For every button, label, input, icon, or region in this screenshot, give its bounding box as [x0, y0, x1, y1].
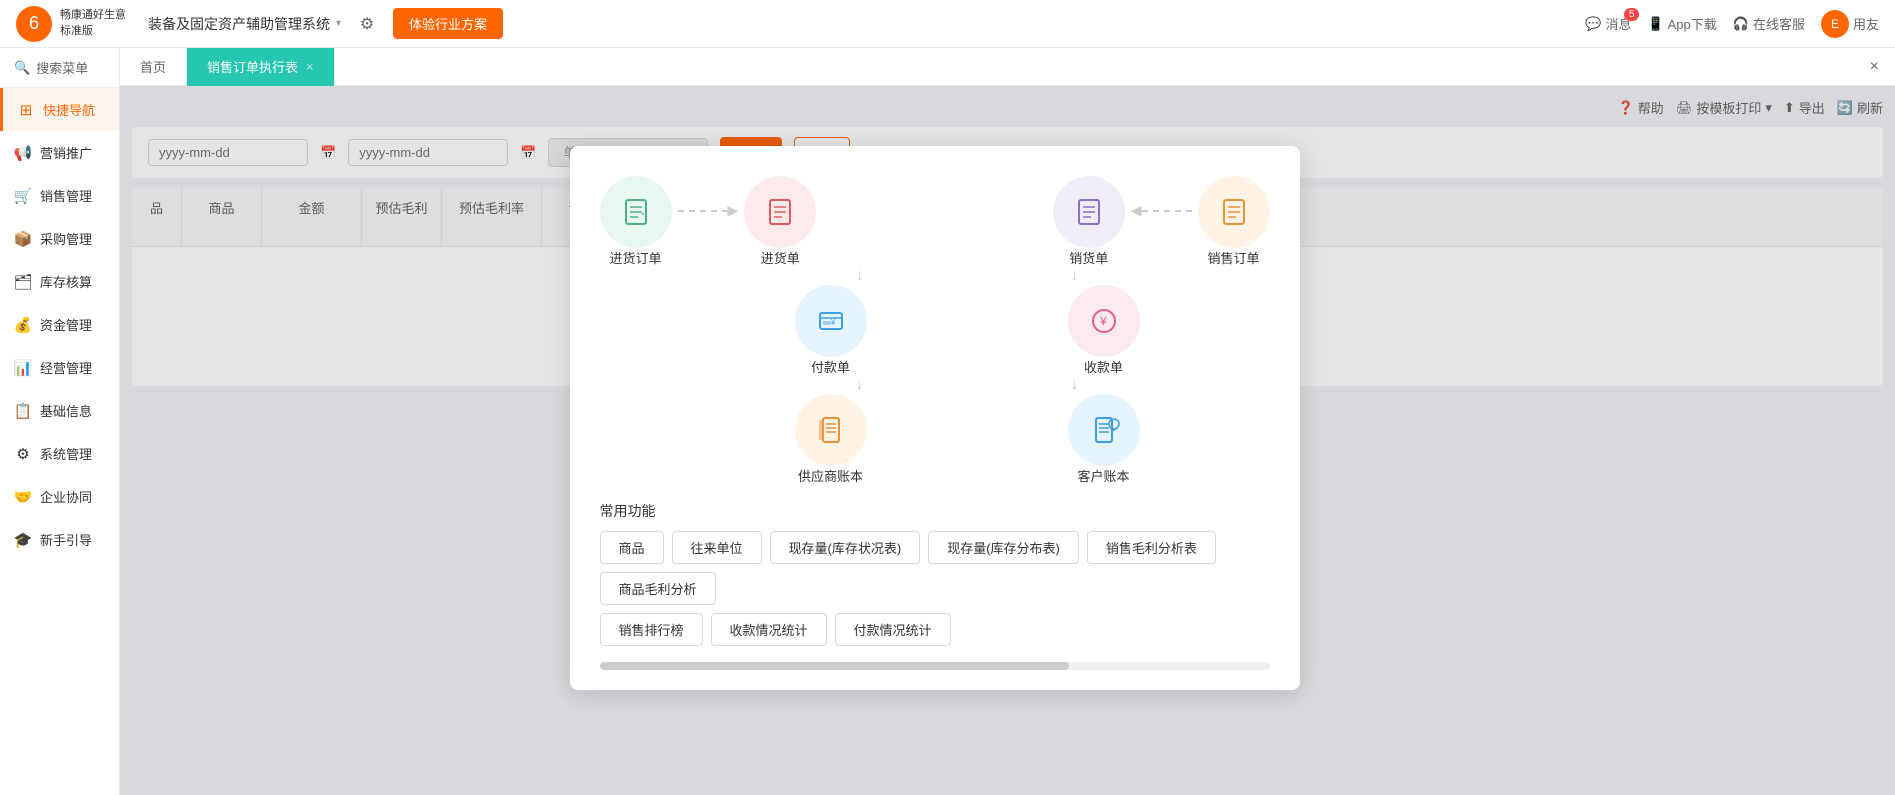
- flow-node-payment-slip[interactable]: ¥ 付款单: [795, 285, 867, 376]
- supplier-ledger-icon: [795, 394, 867, 466]
- common-buttons-row2: 销售排行榜 收款情况统计 付款情况统计: [600, 613, 1270, 646]
- common-btn-7[interactable]: 收款情况统计: [711, 613, 827, 646]
- flow-modal: 进货订单 ▶ 进货单: [570, 146, 1300, 690]
- search-icon: 🔍: [14, 60, 30, 76]
- flow-node-purchase-invoice[interactable]: 进货单: [744, 176, 816, 267]
- purchase-order-icon: [600, 176, 672, 248]
- svg-text:¥: ¥: [1099, 314, 1107, 328]
- sales-order-icon: [1198, 176, 1270, 248]
- sidebar-item-enterprise[interactable]: 🤝 企业协同: [0, 475, 119, 518]
- search-menu[interactable]: 🔍 搜索菜单: [0, 48, 119, 88]
- purchase-invoice-icon: [744, 176, 816, 248]
- tab-bar: 首页 销售订单执行表 × ×: [120, 48, 1895, 86]
- close-main-icon[interactable]: ×: [1854, 58, 1895, 76]
- marketing-icon: 📢: [14, 144, 32, 162]
- sidebar-item-system[interactable]: ⚙ 系统管理: [0, 432, 119, 475]
- common-btn-4[interactable]: 销售毛利分析表: [1087, 531, 1216, 564]
- sidebar-item-finance[interactable]: 💰 资金管理: [0, 303, 119, 346]
- system-title: 装备及固定资产辅助管理系统 ▾: [148, 14, 341, 34]
- common-btn-5[interactable]: 商品毛利分析: [600, 572, 716, 605]
- brand-text: 畅康通好生意 标准版: [60, 8, 126, 39]
- settings-icon[interactable]: ⚙: [353, 10, 381, 38]
- online-service-btn[interactable]: 🎧 在线客服: [1733, 14, 1805, 33]
- modal-scrollbar[interactable]: [600, 662, 1270, 670]
- system-dropdown-icon[interactable]: ▾: [336, 18, 341, 29]
- download-icon: 📱: [1647, 16, 1663, 32]
- inventory-icon: 🗂: [14, 273, 32, 291]
- user-area[interactable]: E 用友: [1821, 10, 1879, 38]
- service-icon: 🎧: [1733, 16, 1749, 32]
- common-buttons: 商品 往来单位 现存量(库存状况表) 现存量(库存分布表) 销售毛利分析表 商品…: [600, 531, 1270, 605]
- common-btn-3[interactable]: 现存量(库存分布表): [928, 531, 1079, 564]
- customer-ledger-icon: [1068, 394, 1140, 466]
- receipt-slip-icon: ¥: [1068, 285, 1140, 357]
- message-icon: 💬: [1585, 16, 1601, 32]
- modal-scrollbar-thumb: [600, 662, 1069, 670]
- tab-sales-order-exec[interactable]: 销售订单执行表 ×: [187, 48, 335, 86]
- flow-node-customer-ledger[interactable]: 客户账本: [1068, 394, 1140, 485]
- sidebar-item-newbie[interactable]: 🎓 新手引导: [0, 518, 119, 561]
- trial-button[interactable]: 体验行业方案: [393, 8, 503, 39]
- newbie-icon: 🎓: [14, 531, 32, 549]
- basics-icon: 📋: [14, 402, 32, 420]
- common-btn-0[interactable]: 商品: [600, 531, 664, 564]
- message-btn[interactable]: 💬 消息 5: [1585, 14, 1631, 33]
- logo-area: 6 畅康通好生意 标准版: [16, 6, 136, 42]
- page-content: ❓ 帮助 🖨 按模板打印 ▾ ⬆ 导出 🔄 刷新 📅 📅: [120, 86, 1895, 795]
- svg-text:¥: ¥: [830, 318, 836, 327]
- sidebar-item-quick-nav[interactable]: ⊞ 快捷导航: [0, 88, 119, 131]
- sidebar-item-basics[interactable]: 📋 基础信息: [0, 389, 119, 432]
- app-download-btn[interactable]: 📱 App下载: [1647, 14, 1716, 33]
- logo-icon: 6: [16, 6, 52, 42]
- sidebar-item-marketing[interactable]: 📢 营销推广: [0, 131, 119, 174]
- enterprise-icon: 🤝: [14, 488, 32, 506]
- common-btn-1[interactable]: 往来单位: [672, 531, 762, 564]
- flow-node-purchase-order[interactable]: 进货订单: [600, 176, 672, 267]
- common-btn-6[interactable]: 销售排行榜: [600, 613, 703, 646]
- payment-slip-icon: ¥: [795, 285, 867, 357]
- common-btn-8[interactable]: 付款情况统计: [835, 613, 951, 646]
- flow-node-supplier-ledger[interactable]: 供应商账本: [795, 394, 867, 485]
- sidebar-item-purchase[interactable]: 📦 采购管理: [0, 217, 119, 260]
- flow-node-receipt-slip[interactable]: ¥ 收款单: [1068, 285, 1140, 376]
- purchase-icon: 📦: [14, 230, 32, 248]
- sidebar-item-inventory[interactable]: 🗂 库存核算: [0, 260, 119, 303]
- common-functions-title: 常用功能: [600, 501, 1270, 521]
- avatar: E: [1821, 10, 1849, 38]
- sales-icon: 🛒: [14, 187, 32, 205]
- modal-overlay[interactable]: 进货订单 ▶ 进货单: [120, 86, 1895, 795]
- operations-icon: 📊: [14, 359, 32, 377]
- sidebar: 🔍 搜索菜单 ⊞ 快捷导航 📢 营销推广 🛒 销售管理 📦 采购管理 🗂 库存核…: [0, 48, 120, 795]
- tab-home[interactable]: 首页: [120, 48, 187, 86]
- sidebar-item-operations[interactable]: 📊 经营管理: [0, 346, 119, 389]
- system-icon: ⚙: [14, 445, 32, 463]
- flow-node-sales-invoice[interactable]: 销货单: [1053, 176, 1125, 267]
- main-area: 首页 销售订单执行表 × × ❓ 帮助 🖨 按模板打印 ▾ ⬆ 导出: [120, 48, 1895, 795]
- sales-invoice-icon: [1053, 176, 1125, 248]
- flow-node-sales-order[interactable]: 销售订单: [1198, 176, 1270, 267]
- header-right: 💬 消息 5 📱 App下载 🎧 在线客服 E 用友: [1585, 10, 1879, 38]
- finance-icon: 💰: [14, 316, 32, 334]
- sidebar-item-sales[interactable]: 🛒 销售管理: [0, 174, 119, 217]
- flow-diagram: 进货订单 ▶ 进货单: [600, 176, 1270, 485]
- top-header: 6 畅康通好生意 标准版 装备及固定资产辅助管理系统 ▾ ⚙ 体验行业方案 💬 …: [0, 0, 1895, 48]
- quick-nav-icon: ⊞: [17, 101, 35, 119]
- common-btn-2[interactable]: 现存量(库存状况表): [770, 531, 921, 564]
- tab-close-icon[interactable]: ×: [306, 59, 314, 74]
